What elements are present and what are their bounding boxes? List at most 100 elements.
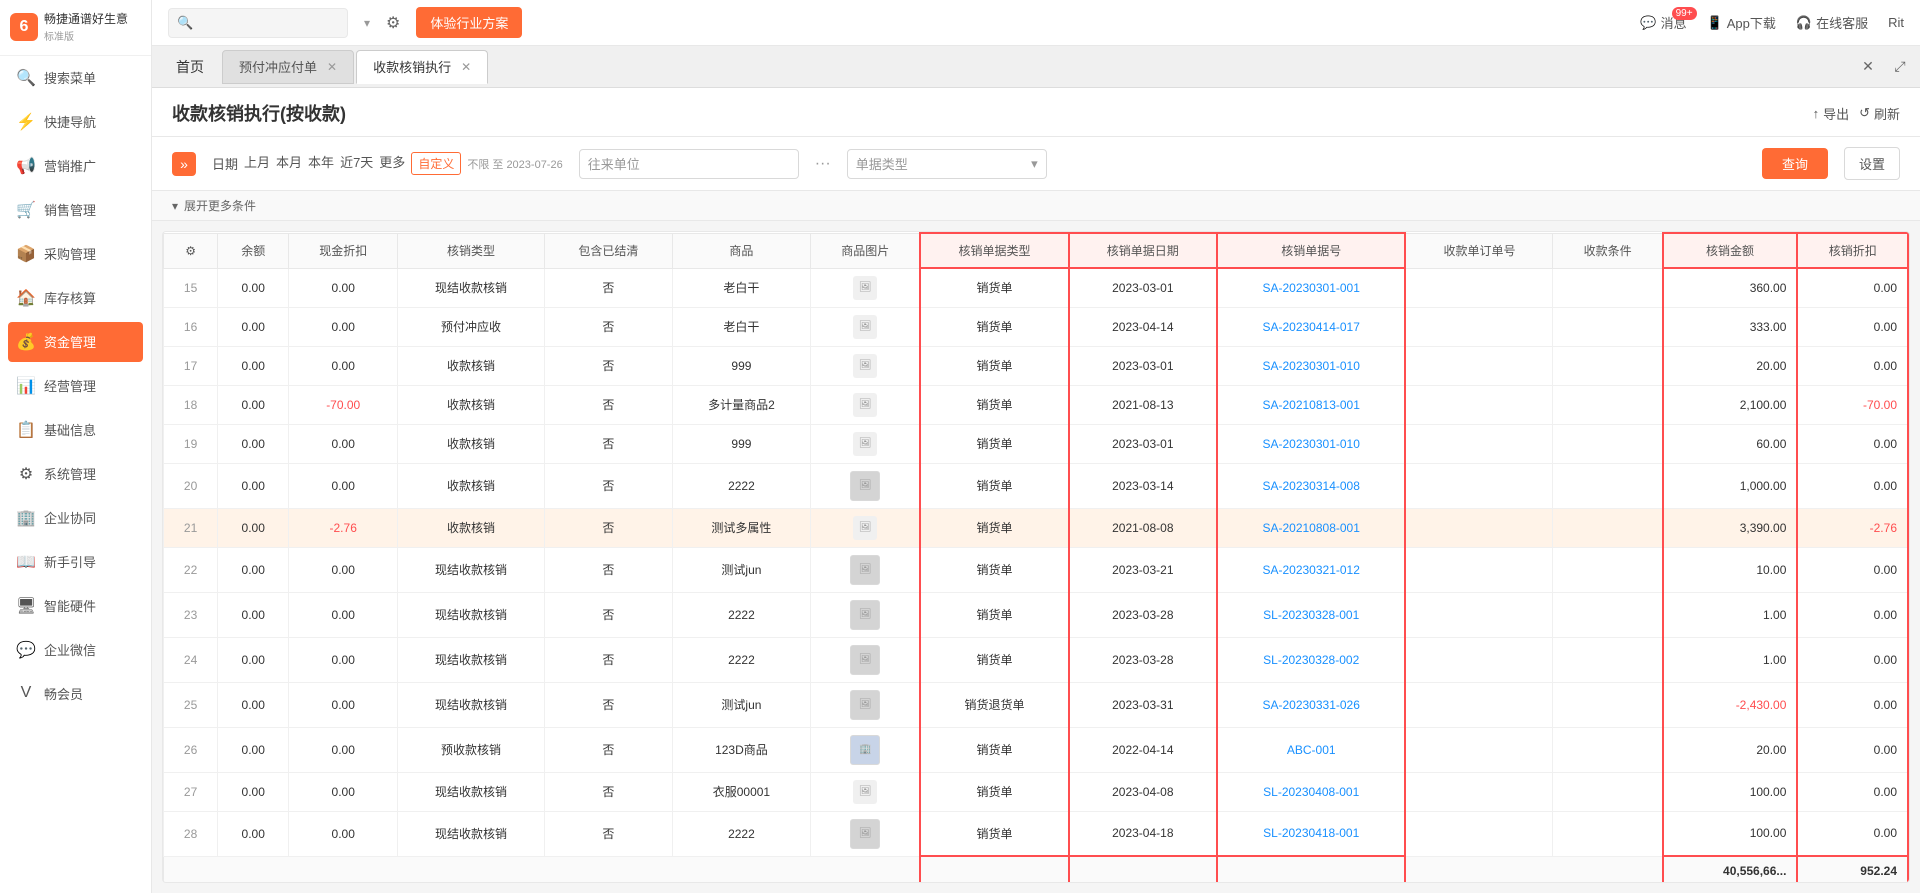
bill-no-link[interactable]: ABC-001 (1287, 743, 1336, 757)
sidebar-item-inventory[interactable]: 🏠库存核算 (0, 276, 151, 320)
cell-id: 15 (164, 268, 218, 307)
sidebar-label-member: 畅会员 (44, 684, 83, 703)
cell-cancel-bill-date: 2023-04-14 (1069, 307, 1217, 346)
cell-includes-settled: 否 (544, 508, 672, 547)
bill-no-link[interactable]: SL-20230418-001 (1263, 826, 1359, 840)
date-7days[interactable]: 近7天 (340, 152, 373, 175)
cell-cancel-bill-no: SL-20230408-001 (1217, 772, 1405, 811)
cell-product-img: 🖼 (811, 424, 921, 463)
expand-btn[interactable]: ⤢ (1888, 55, 1912, 79)
sidebar-item-quick[interactable]: ⚡快捷导航 (0, 100, 151, 144)
industry-btn[interactable]: 体验行业方案 (416, 7, 522, 38)
tab-prepay[interactable]: 预付冲应付单 ✕ (222, 50, 354, 84)
sidebar-item-search[interactable]: 🔍搜索菜单 (0, 56, 151, 100)
cell-cancel-amount: 20.00 (1663, 346, 1798, 385)
date-prev-month[interactable]: 上月 (244, 152, 270, 175)
bill-no-link[interactable]: SA-20230301-010 (1262, 359, 1359, 373)
bill-no-link[interactable]: SA-20230414-017 (1262, 320, 1359, 334)
sidebar-icon-system: ⚙ (16, 464, 36, 484)
cell-balance: 0.00 (218, 346, 289, 385)
settings-btn[interactable]: 设置 (1844, 147, 1900, 180)
sidebar-item-hardware[interactable]: 🖥智能硬件 (0, 584, 151, 628)
bill-no-link[interactable]: SA-20230321-012 (1262, 563, 1359, 577)
filter-expand-btn[interactable]: » (172, 152, 196, 176)
cell-id: 19 (164, 424, 218, 463)
tab-label-home: 首页 (176, 57, 204, 77)
cell-cancel-discount: -2.76 (1797, 508, 1908, 547)
sidebar-item-wechat[interactable]: 💬企业微信 (0, 628, 151, 672)
sidebar-item-member[interactable]: V畅会员 (0, 672, 151, 715)
date-more[interactable]: 更多 (379, 152, 405, 175)
tab-home[interactable]: 首页 (160, 50, 220, 84)
logo-icon: 6 (10, 13, 38, 41)
date-this-year[interactable]: 本年 (308, 152, 334, 175)
cell-cancel-amount: 100.00 (1663, 772, 1798, 811)
bill-no-link[interactable]: SA-20230301-001 (1262, 281, 1359, 295)
col-header-receipt_condition: 收款条件 (1553, 233, 1663, 268)
cell-cancel-amount: 1.00 (1663, 637, 1798, 682)
bill-type-select[interactable]: 单据类型 ▾ (847, 149, 1047, 179)
sidebar-item-marketing[interactable]: 📢营销推广 (0, 144, 151, 188)
bill-no-link[interactable]: SL-20230328-002 (1263, 653, 1359, 667)
date-this-month[interactable]: 本月 (276, 152, 302, 175)
cell-includes-settled: 否 (544, 307, 672, 346)
bill-no-link[interactable]: SL-20230408-001 (1263, 785, 1359, 799)
page-actions: ↑ 导出 ↺ 刷新 (1813, 104, 1900, 123)
sidebar-item-guide[interactable]: 📖新手引导 (0, 540, 151, 584)
sidebar-icon-marketing: 📢 (16, 156, 36, 176)
tab-label-prepay: 预付冲应付单 (239, 57, 317, 76)
cell-cancel-type: 预收款核销 (398, 727, 545, 772)
expand-more-icon: ▾ (172, 199, 178, 213)
cell-product: 123D商品 (672, 727, 810, 772)
cell-cash-discount: 0.00 (289, 772, 398, 811)
sidebar-item-finance[interactable]: 💰资金管理 (8, 322, 143, 362)
cell-cancel-discount: 0.00 (1797, 727, 1908, 772)
product-img: 🖼 (850, 555, 880, 585)
cell-product: 测试多属性 (672, 508, 810, 547)
product-img: 🖼 (850, 600, 880, 630)
cell-cancel-bill-type: 销货单 (920, 811, 1068, 856)
query-btn[interactable]: 查询 (1762, 148, 1828, 179)
cell-id: 26 (164, 727, 218, 772)
bill-no-link[interactable]: SL-20230328-001 (1263, 608, 1359, 622)
bill-no-link[interactable]: SA-20210808-001 (1262, 521, 1359, 535)
partner-filter-input[interactable]: 往来单位 (579, 149, 799, 179)
dropdown-arrow-icon[interactable]: ▾ (364, 16, 370, 30)
sidebar-item-corp[interactable]: 🏢企业协同 (0, 496, 151, 540)
footer-cancel-discount: 952.24 (1797, 856, 1908, 883)
cell-cancel-type: 收款核销 (398, 385, 545, 424)
cell-includes-settled: 否 (544, 268, 672, 307)
sidebar-item-sales[interactable]: 🛒销售管理 (0, 188, 151, 232)
search-input[interactable] (199, 16, 319, 30)
topbar-search-box[interactable]: 🔍 (168, 8, 348, 38)
date-custom-btn[interactable]: 自定义 (411, 152, 461, 175)
sidebar-item-basic[interactable]: 📋基础信息 (0, 408, 151, 452)
app-download-btn[interactable]: 📱 App下载 (1707, 13, 1776, 32)
logo-name: 畅捷通谱好生意 (44, 12, 128, 28)
online-service-btn[interactable]: 🎧 在线客服 (1796, 13, 1868, 32)
close-all-btn[interactable]: ✕ (1856, 55, 1880, 79)
tab-receipt[interactable]: 收款核销执行✕ (356, 50, 488, 84)
tab-close-prepay[interactable]: ✕ (327, 60, 337, 74)
message-btn[interactable]: 💬 消息 99+ (1640, 13, 1686, 32)
bill-no-link[interactable]: SA-20230301-010 (1262, 437, 1359, 451)
bill-no-link[interactable]: SA-20230331-026 (1262, 698, 1359, 712)
cell-balance: 0.00 (218, 682, 289, 727)
export-btn[interactable]: ↑ 导出 (1813, 104, 1850, 123)
sidebar-item-business[interactable]: 📊经营管理 (0, 364, 151, 408)
bill-type-placeholder: 单据类型 (856, 154, 1031, 173)
sidebar-item-purchase[interactable]: 📦采购管理 (0, 232, 151, 276)
cell-product: 2222 (672, 637, 810, 682)
cell-receipt-order-no (1405, 547, 1553, 592)
tab-close-receipt[interactable]: ✕ (461, 60, 471, 74)
sidebar-item-system[interactable]: ⚙系统管理 (0, 452, 151, 496)
refresh-btn[interactable]: ↺ 刷新 (1859, 104, 1900, 123)
gear-icon[interactable]: ⚙ (386, 13, 400, 33)
expand-more-bar[interactable]: ▾ 展开更多条件 (152, 191, 1920, 221)
bill-no-link[interactable]: SA-20230314-008 (1262, 479, 1359, 493)
cell-cancel-bill-no: SA-20230301-001 (1217, 268, 1405, 307)
cell-product-img: 🖼 (811, 811, 921, 856)
app-logo: 6 畅捷通谱好生意 标准版 (0, 0, 151, 56)
cell-product: 测试jun (672, 547, 810, 592)
bill-no-link[interactable]: SA-20210813-001 (1262, 398, 1359, 412)
